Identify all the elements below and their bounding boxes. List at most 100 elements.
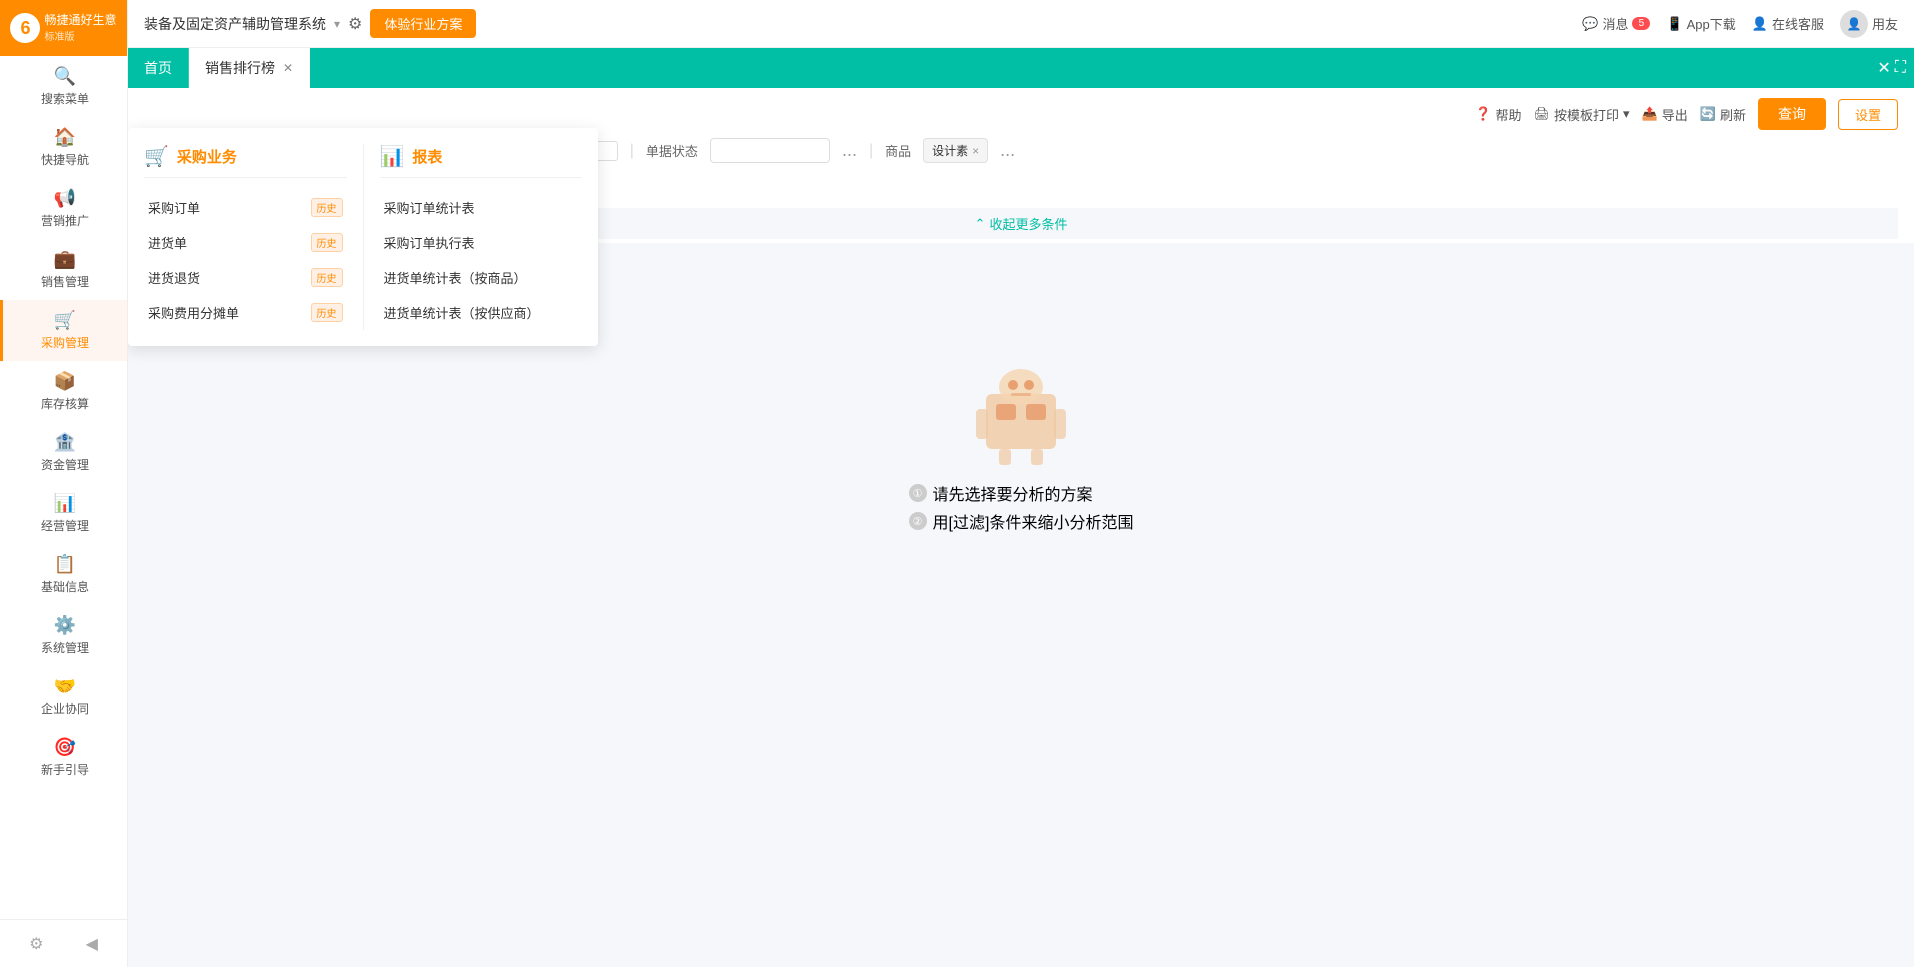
refresh-label: 刷新: [1720, 105, 1746, 124]
sidebar-item-label-search: 搜索菜单: [41, 90, 89, 107]
industry-btn[interactable]: 体验行业方案: [370, 9, 476, 38]
order-status-more[interactable]: ...: [842, 140, 857, 161]
order-status-select-wrap: [710, 138, 830, 163]
incoming-stats-supplier-label: 进货单统计表（按供应商）: [384, 303, 579, 322]
operations-icon: 📊: [54, 493, 76, 514]
purchase-icon: 🛒: [54, 310, 76, 331]
sidebar-item-cooperation[interactable]: 🤝 企业协同: [0, 666, 127, 727]
sidebar-item-label-marketing: 营销推广: [41, 212, 89, 229]
tab-window-expand-btn[interactable]: ⛶: [1895, 59, 1906, 77]
message-icon: 💬: [1582, 16, 1598, 32]
empty-illustration: [961, 349, 1081, 469]
menu-item-expense[interactable]: 采购费用分摊单 历史: [144, 295, 347, 330]
menu-item-incoming-stats-goods[interactable]: 进货单统计表（按商品）: [380, 260, 583, 295]
sidebar-item-label-basic-info: 基础信息: [41, 578, 89, 595]
refresh-btn[interactable]: 🔄 刷新: [1700, 105, 1746, 124]
order-exec-label: 采购订单执行表: [384, 233, 579, 252]
sidebar-item-label-cooperation: 企业协同: [41, 700, 89, 717]
empty-tip-2: ② 用[过滤]条件来缩小分析范围: [909, 509, 1134, 533]
purchase-report-title: 📊 报表: [380, 144, 583, 178]
collapse-icon: ⌃: [975, 216, 986, 232]
sidebar-item-finance[interactable]: 🏦 资金管理: [0, 422, 127, 483]
menu-item-order-exec[interactable]: 采购订单执行表: [380, 225, 583, 260]
content-area: ❓ 帮助 🖨 按模板打印 ▾ 📤 导出 🔄 刷新 查询 设置: [128, 88, 1914, 967]
system-gear-btn[interactable]: ⚙: [348, 14, 362, 34]
main-area: 装备及固定资产辅助管理系统 ▾ ⚙ 体验行业方案 💬 消息 5 📱 App下载 …: [128, 0, 1914, 967]
sidebar-item-system[interactable]: ⚙️ 系统管理: [0, 605, 127, 666]
order-stats-label: 采购订单统计表: [384, 198, 579, 217]
return-label: 进货退货: [148, 268, 303, 287]
basic-info-icon: 📋: [54, 554, 76, 575]
help-icon: ❓: [1475, 106, 1491, 122]
tab-home-label: 首页: [144, 58, 172, 78]
print-icon: 🖨: [1534, 106, 1551, 122]
menu-item-order-stats[interactable]: 采购订单统计表: [380, 190, 583, 225]
guide-icon: 🎯: [54, 737, 76, 758]
return-badge: 历史: [311, 268, 343, 287]
menu-item-purchase-order[interactable]: 采购订单 历史: [144, 190, 347, 225]
filter-divider-1: |: [630, 142, 634, 160]
sales-icon: 💼: [54, 249, 76, 270]
print-btn[interactable]: 🖨 按模板打印 ▾: [1534, 105, 1630, 124]
sidebar-item-label-guide: 新手引导: [41, 761, 89, 778]
app-version: 标准版: [44, 28, 116, 43]
online-service-action[interactable]: 👤 在线客服: [1752, 14, 1824, 33]
export-label: 导出: [1662, 105, 1688, 124]
message-action[interactable]: 💬 消息 5: [1582, 14, 1650, 33]
expense-label: 采购费用分摊单: [148, 303, 303, 322]
tab-sales-rank[interactable]: 销售排行榜 ✕: [189, 48, 310, 88]
sidebar-item-operations[interactable]: 📊 经营管理: [0, 483, 127, 544]
sidebar-item-sales[interactable]: 💼 销售管理: [0, 239, 127, 300]
export-btn[interactable]: 📤 导出: [1642, 105, 1688, 124]
sidebar-item-quick-nav[interactable]: 🏠 快捷导航: [0, 117, 127, 178]
app-download-label: App下载: [1687, 14, 1736, 33]
sidebar-item-purchase[interactable]: 🛒 采购管理: [0, 300, 127, 361]
step-num-2: ②: [909, 512, 927, 530]
purchase-report-icon: 📊: [380, 144, 405, 169]
print-label: 按模板打印: [1554, 105, 1619, 124]
settings-button[interactable]: 设置: [1838, 99, 1898, 130]
system-icon: ⚙️: [54, 615, 76, 636]
help-label: 帮助: [1496, 105, 1522, 124]
empty-tip-1: ① 请先选择要分析的方案: [909, 481, 1134, 505]
sidebar-item-label-sales: 销售管理: [41, 273, 89, 290]
app-download-action[interactable]: 📱 App下载: [1666, 14, 1735, 33]
purchase-order-badge: 历史: [311, 198, 343, 217]
tab-sales-rank-label: 销售排行榜: [205, 58, 275, 78]
menu-item-incoming-stats-supplier[interactable]: 进货单统计表（按供应商）: [380, 295, 583, 330]
menu-item-incoming[interactable]: 进货单 历史: [144, 225, 347, 260]
query-button[interactable]: 查询: [1758, 98, 1826, 130]
system-title: 装备及固定资产辅助管理系统: [144, 14, 326, 34]
sidebar-item-guide[interactable]: 🎯 新手引导: [0, 727, 127, 788]
tab-close-btn[interactable]: ✕: [283, 61, 293, 75]
filter-divider-2: |: [869, 142, 873, 160]
purchase-business-label: 采购业务: [177, 146, 237, 167]
empty-tip-2-label: 用[过滤]条件来缩小分析范围: [933, 509, 1134, 533]
sidebar-collapse-btn[interactable]: ◀: [86, 934, 98, 954]
purchase-business-title: 🛒 采购业务: [144, 144, 347, 178]
service-icon: 👤: [1752, 16, 1768, 32]
tab-right-actions: ✕ ⛶: [1877, 48, 1906, 88]
goods-tag-remove-btn[interactable]: ×: [972, 144, 979, 158]
print-dropdown-arrow[interactable]: ▾: [1623, 106, 1630, 122]
sidebar-item-basic-info[interactable]: 📋 基础信息: [0, 544, 127, 605]
home-icon: 🏠: [54, 127, 76, 148]
goods-more-btn[interactable]: ...: [1000, 140, 1015, 161]
app-name: 畅捷通好生意: [44, 13, 116, 29]
user-action[interactable]: 👤 用友: [1840, 10, 1898, 38]
system-dropdown-arrow[interactable]: ▾: [334, 17, 340, 31]
tab-home[interactable]: 首页: [128, 48, 189, 88]
sidebar-item-search[interactable]: 🔍 搜索菜单: [0, 56, 127, 117]
online-service-label: 在线客服: [1772, 14, 1824, 33]
collapse-label: 收起更多条件: [989, 214, 1067, 233]
help-btn[interactable]: ❓ 帮助: [1475, 105, 1521, 124]
sidebar-item-marketing[interactable]: 📢 营销推广: [0, 178, 127, 239]
sidebar-settings-btn[interactable]: ⚙: [29, 934, 43, 954]
sidebar-item-inventory[interactable]: 📦 库存核算: [0, 361, 127, 422]
empty-tips-list: ① 请先选择要分析的方案 ② 用[过滤]条件来缩小分析范围: [909, 481, 1134, 537]
tab-window-close-btn[interactable]: ✕: [1877, 58, 1890, 78]
sidebar-item-label-operations: 经营管理: [41, 517, 89, 534]
finance-icon: 🏦: [54, 432, 76, 453]
menu-item-return[interactable]: 进货退货 历史: [144, 260, 347, 295]
order-status-select[interactable]: [710, 138, 830, 163]
